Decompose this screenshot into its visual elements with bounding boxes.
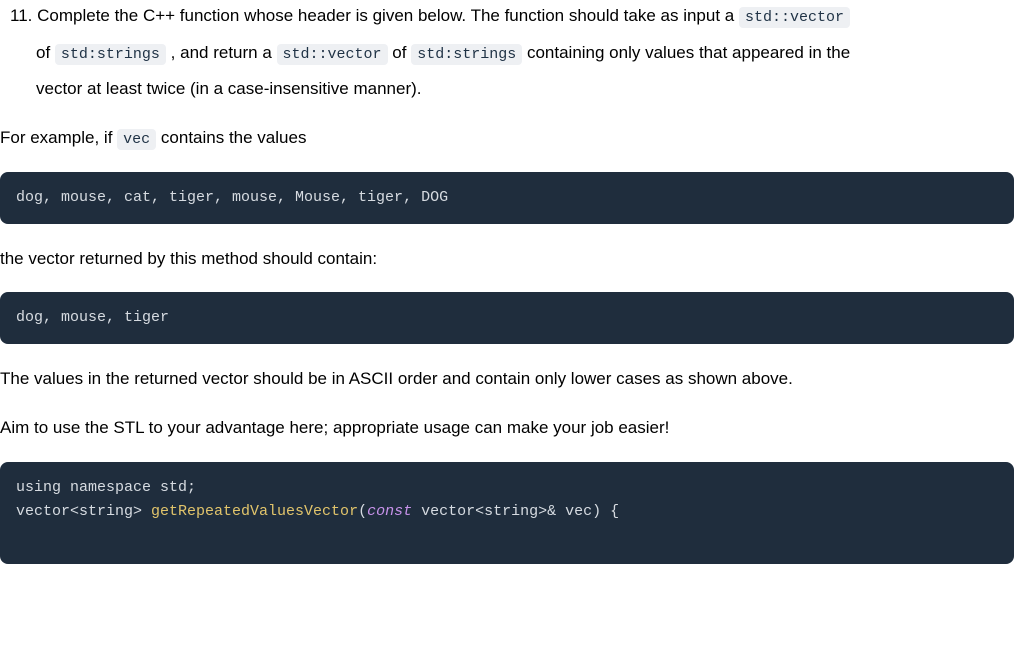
question-text-2c: of	[392, 43, 411, 62]
code-block-output: dog, mouse, tiger	[0, 292, 1014, 344]
para-returned: the vector returned by this method shoul…	[0, 244, 1014, 275]
question-line-3: vector at least twice (in a case-insensi…	[0, 73, 1014, 105]
inline-code-vec: vec	[117, 129, 156, 150]
question-line-2: of std:strings , and return a std::vecto…	[0, 37, 1014, 70]
para-stl: Aim to use the STL to your advantage her…	[0, 413, 1014, 444]
code-std: std	[160, 479, 187, 496]
code-block-input: dog, mouse, cat, tiger, mouse, Mouse, ti…	[0, 172, 1014, 224]
question-text-2a: of	[36, 43, 55, 62]
code-block-function: using namespace std; vector<string> getR…	[0, 462, 1014, 564]
code-rest: vector<string>& vec) {	[412, 503, 619, 520]
para-example-suffix: contains the values	[161, 128, 307, 147]
question-number: 11.	[10, 6, 32, 25]
question-content: 11. Complete the C++ function whose head…	[0, 0, 1014, 564]
code-function-name: getRepeatedValuesVector	[151, 503, 358, 520]
question-text-2b: , and return a	[171, 43, 277, 62]
para-example-prefix: For example, if	[0, 128, 117, 147]
code-paren-open: (	[358, 503, 367, 520]
para-example: For example, if vec contains the values	[0, 123, 1014, 154]
para-ascii: The values in the returned vector should…	[0, 364, 1014, 395]
inline-code-std-strings-1: std:strings	[55, 44, 166, 65]
inline-code-std-vector-2: std::vector	[277, 44, 388, 65]
code-line-2: vector<string> getRepeatedValuesVector(c…	[16, 500, 998, 524]
inline-code-std-vector-1: std::vector	[739, 7, 850, 28]
code-line-1: using namespace std;	[16, 476, 998, 500]
code-const: const	[367, 503, 412, 520]
code-input-text: dog, mouse, cat, tiger, mouse, Mouse, ti…	[16, 189, 448, 206]
question-line-1: 11. Complete the C++ function whose head…	[0, 0, 1014, 33]
code-output-text: dog, mouse, tiger	[16, 309, 169, 326]
code-using: using namespace	[16, 479, 160, 496]
question-text-2d: containing only values that appeared in …	[527, 43, 850, 62]
question-text-1: Complete the C++ function whose header i…	[37, 6, 739, 25]
code-vector-string: vector<string>	[16, 503, 151, 520]
question-text-3: vector at least twice (in a case-insensi…	[36, 79, 422, 98]
code-semi: ;	[187, 479, 196, 496]
inline-code-std-strings-2: std:strings	[411, 44, 522, 65]
